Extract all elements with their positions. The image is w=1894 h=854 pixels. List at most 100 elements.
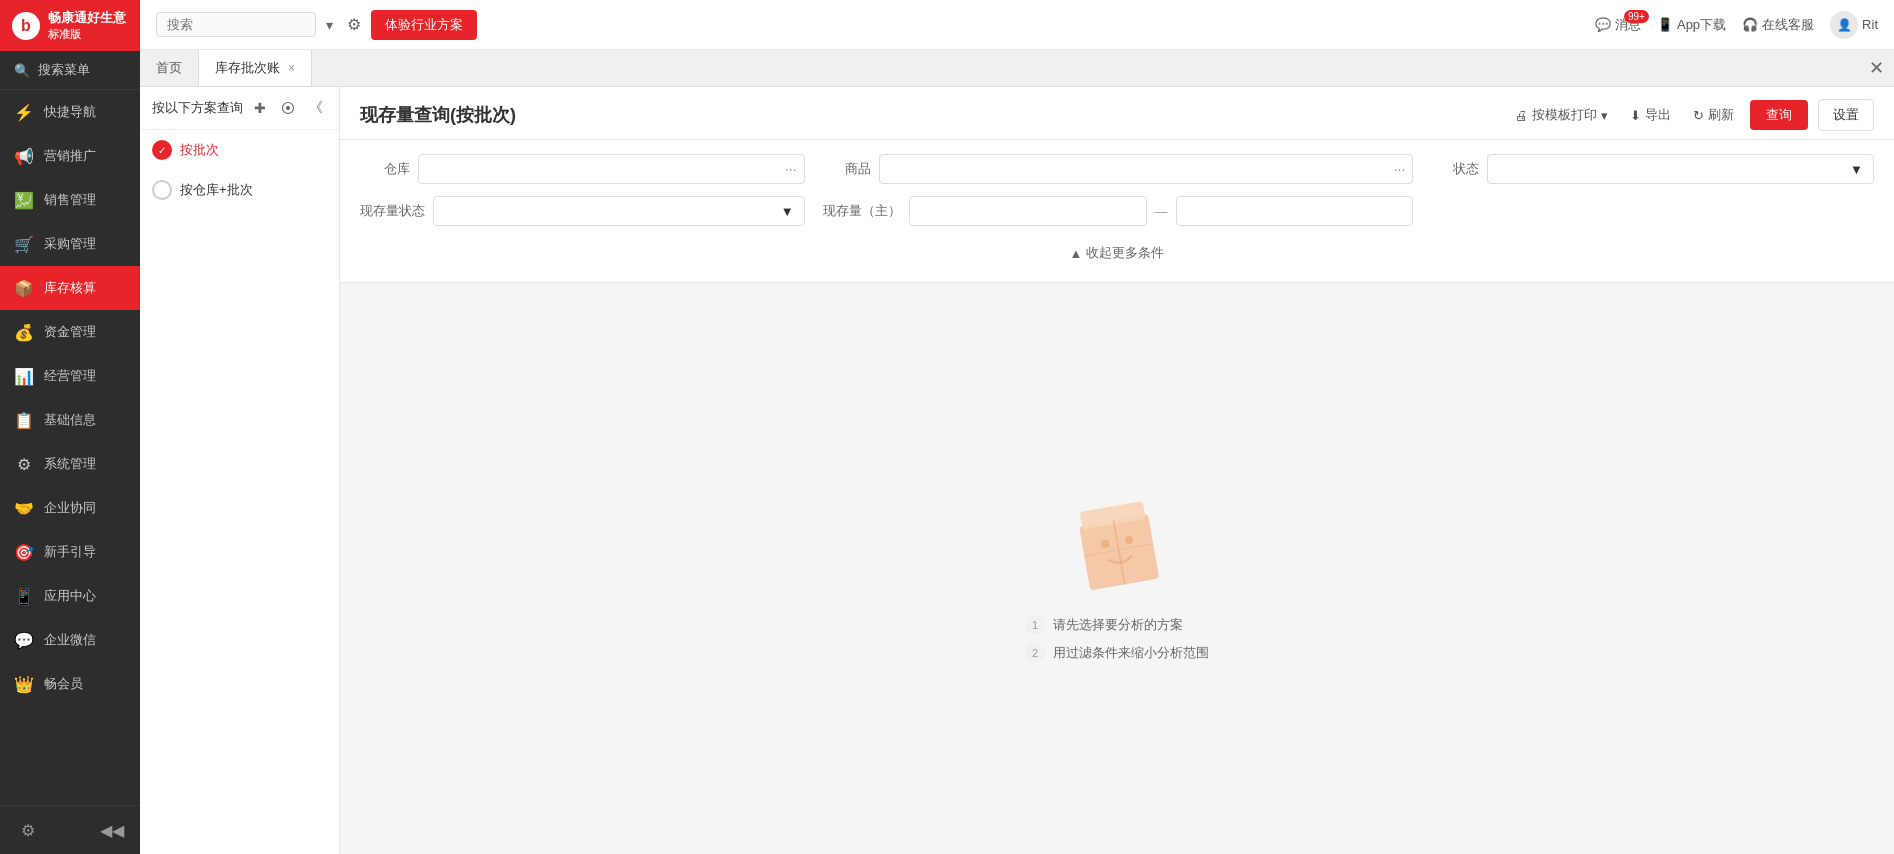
tabs-bar: 首页 库存批次账 × ✕ (140, 50, 1894, 87)
topbar-search: ▾ ⚙ 体验行业方案 (156, 10, 1587, 40)
nav-icon-enterprise: 🤝 (14, 498, 34, 518)
status-select[interactable]: ▼ (1487, 154, 1874, 184)
hint-item-2: 2 用过滤条件来缩小分析范围 (1025, 643, 1209, 663)
sidebar-item-app-center[interactable]: 📱 应用中心 (0, 574, 140, 618)
nav-icon-finance: 💰 (14, 322, 34, 342)
nav-label-purchase: 采购管理 (44, 235, 96, 253)
option-active-icon-by_batch: ✓ (152, 140, 172, 160)
sidebar-item-marketing[interactable]: 📢 营销推广 (0, 134, 140, 178)
export-btn[interactable]: ⬇ 导出 (1624, 102, 1677, 128)
nav-icon-system: ⚙ (14, 454, 34, 474)
option-radio-by_warehouse_batch (152, 180, 172, 200)
inventory-qty-field: 现存量（主） — (821, 196, 1414, 226)
warehouse-input-wrapper: ··· (418, 154, 805, 184)
sidebar-header: b 畅康通好生意 标准版 (0, 0, 140, 51)
topbar-search-input[interactable] (156, 12, 316, 37)
app-logo: b (12, 12, 40, 40)
filter-option-by_warehouse_batch[interactable]: 按仓库+批次 (140, 170, 339, 210)
search-form: 仓库 ··· 商品 ··· (340, 140, 1894, 283)
sidebar-item-operations[interactable]: 📊 经营管理 (0, 354, 140, 398)
tab-home[interactable]: 首页 (140, 50, 199, 86)
collapse-icon: ▲ (1070, 246, 1083, 261)
collapse-filter-btn[interactable]: 《 (305, 97, 327, 119)
sidebar-item-basic-info[interactable]: 📋 基础信息 (0, 398, 140, 442)
sidebar-item-members[interactable]: 👑 畅会员 (0, 662, 140, 706)
search-icon: 🔍 (14, 63, 30, 78)
product-more-icon[interactable]: ··· (1394, 161, 1406, 177)
empty-svg-illustration (1057, 475, 1177, 595)
topbar-app-download[interactable]: 📱 App下载 (1657, 16, 1726, 34)
nav-label-guide: 新手引导 (44, 543, 96, 561)
sidebar-item-system[interactable]: ⚙ 系统管理 (0, 442, 140, 486)
avatar: 👤 (1830, 11, 1858, 39)
collapse-sidebar-icon[interactable]: ◀◀ (98, 816, 126, 844)
status-select-arrow: ▼ (1850, 162, 1863, 177)
hint-text-1: 请先选择要分析的方案 (1053, 616, 1183, 634)
add-filter-btn[interactable]: ✚ (249, 97, 271, 119)
print-dropdown-arrow: ▾ (1601, 108, 1608, 123)
refresh-btn[interactable]: ↻ 刷新 (1687, 102, 1740, 128)
search-menu-item[interactable]: 🔍 搜索菜单 (0, 51, 140, 90)
print-label: 按模板打印 (1532, 106, 1597, 124)
warehouse-label: 仓库 (360, 160, 410, 178)
page-title: 现存量查询(按批次) (360, 103, 516, 127)
sidebar-item-guide[interactable]: 🎯 新手引导 (0, 530, 140, 574)
print-template-btn[interactable]: 🖨 按模板打印 ▾ (1509, 102, 1614, 128)
tab-inventory-batch[interactable]: 库存批次账 × (199, 50, 312, 86)
range-separator: — (1151, 204, 1172, 219)
filter-panel-title: 按以下方案查询 (152, 99, 243, 117)
sidebar: b 畅康通好生意 标准版 🔍 搜索菜单 ⚡ 快捷导航 📢 营销推广 💹 销售管理… (0, 0, 140, 854)
company-name: 畅康通好生意 (48, 10, 126, 27)
filter-settings-btn[interactable] (277, 97, 299, 119)
query-btn[interactable]: 查询 (1750, 100, 1808, 130)
settings-btn[interactable]: 设置 (1818, 99, 1874, 131)
online-service-label: 在线客服 (1762, 16, 1814, 34)
inventory-qty-label: 现存量（主） (821, 202, 901, 220)
filter-option-by_batch[interactable]: ✓ 按批次 (140, 130, 339, 170)
warehouse-input[interactable] (418, 154, 805, 184)
status-field: 状态 ▼ (1429, 154, 1874, 184)
sidebar-item-inventory[interactable]: 📦 库存核算 (0, 266, 140, 310)
sidebar-item-finance[interactable]: 💰 资金管理 (0, 310, 140, 354)
filter-panel-header: 按以下方案查询 ✚ 《 (140, 87, 339, 130)
product-input[interactable] (879, 154, 1414, 184)
settings-footer-icon[interactable]: ⚙ (14, 816, 42, 844)
sidebar-item-sales[interactable]: 💹 销售管理 (0, 178, 140, 222)
inventory-qty-max-input[interactable] (1176, 196, 1414, 226)
inventory-qty-min-input[interactable] (909, 196, 1147, 226)
topbar-dropdown-btn[interactable]: ▾ (322, 13, 337, 37)
topbar-messages[interactable]: 💬 消息 99+ (1595, 16, 1641, 34)
topbar-user[interactable]: 👤 Rit (1830, 11, 1878, 39)
tab-area-close-btn[interactable]: ✕ (1859, 53, 1894, 83)
svg-point-1 (286, 106, 290, 110)
headset-icon: 🎧 (1742, 17, 1758, 32)
warehouse-more-icon[interactable]: ··· (785, 161, 797, 177)
sidebar-item-quick-nav[interactable]: ⚡ 快捷导航 (0, 90, 140, 134)
nav-icon-purchase: 🛒 (14, 234, 34, 254)
sidebar-item-enterprise[interactable]: 🤝 企业协同 (0, 486, 140, 530)
refresh-icon: ↻ (1693, 108, 1704, 123)
nav-label-enterprise: 企业协同 (44, 499, 96, 517)
nav-label-quick-nav: 快捷导航 (44, 103, 96, 121)
sidebar-item-enterprise-wechat[interactable]: 💬 企业微信 (0, 618, 140, 662)
empty-hints: 1 请先选择要分析的方案 2 用过滤条件来缩小分析范围 (1025, 615, 1209, 663)
tab-close-icon[interactable]: × (288, 62, 295, 74)
product-field: 商品 ··· (821, 154, 1414, 184)
topbar-online-service[interactable]: 🎧 在线客服 (1742, 16, 1814, 34)
topbar-trial-btn[interactable]: 体验行业方案 (371, 10, 477, 40)
search-menu-label: 搜索菜单 (38, 61, 90, 79)
nav-label-finance: 资金管理 (44, 323, 96, 341)
inventory-status-select[interactable]: ▼ (433, 196, 805, 226)
inventory-status-field: 现存量状态 ▼ (360, 196, 805, 226)
collapse-more-btn[interactable]: ▲ 收起更多条件 (360, 238, 1874, 268)
topbar-gear-btn[interactable]: ⚙ (343, 11, 365, 38)
tab-home-label: 首页 (156, 59, 182, 77)
nav-icon-marketing: 📢 (14, 146, 34, 166)
search-row-2: 现存量状态 ▼ 现存量（主） — (360, 196, 1874, 226)
sidebar-scroll: 🔍 搜索菜单 ⚡ 快捷导航 📢 营销推广 💹 销售管理 🛒 采购管理 📦 库存核… (0, 51, 140, 805)
user-avatar-text: 👤 (1837, 18, 1852, 32)
nav-label-inventory: 库存核算 (44, 279, 96, 297)
sidebar-item-purchase[interactable]: 🛒 采购管理 (0, 222, 140, 266)
empty-illustration (1057, 475, 1177, 595)
nav-icon-inventory: 📦 (14, 278, 34, 298)
